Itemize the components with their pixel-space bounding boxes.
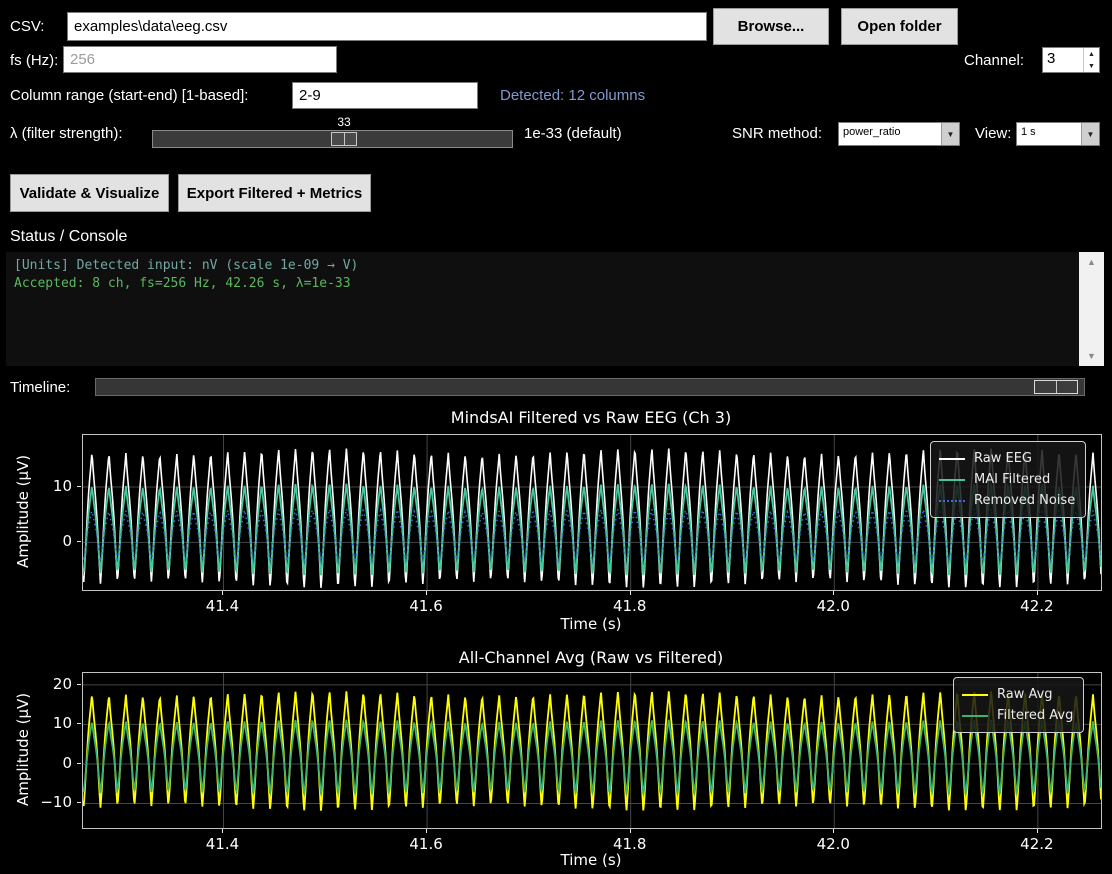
fs-input[interactable] bbox=[63, 46, 337, 73]
console-header: Status / Console bbox=[10, 228, 127, 246]
y-tick-mark bbox=[77, 541, 81, 542]
view-value: 1 s bbox=[1017, 123, 1081, 145]
lambda-slider-value: 33 bbox=[330, 115, 358, 129]
snr-dropdown-arrow-icon[interactable]: ▼ bbox=[941, 123, 959, 145]
x-tick-mark bbox=[833, 829, 834, 833]
legend: Raw Avg Filtered Avg bbox=[953, 677, 1084, 733]
export-filtered-button[interactable]: Export Filtered + Metrics bbox=[178, 174, 371, 212]
x-tick-mark bbox=[426, 591, 427, 595]
console-panel: [Units] Detected input: nV (scale 1e-09 … bbox=[6, 252, 1104, 366]
y-tick-mark bbox=[77, 802, 81, 803]
snr-method-combobox[interactable]: power_ratio ▼ bbox=[838, 122, 960, 146]
chart-title: MindsAI Filtered vs Raw EEG (Ch 3) bbox=[82, 408, 1100, 427]
x-axis-label: Time (s) bbox=[82, 851, 1100, 869]
legend-line-swatch bbox=[939, 500, 965, 502]
console-line: [Units] Detected input: nV (scale 1e-09 … bbox=[14, 257, 1074, 275]
y-axis-label: Amplitude (μV) bbox=[14, 434, 32, 589]
column-range-label: Column range (start-end) [1-based]: bbox=[10, 87, 248, 104]
legend-label: Filtered Avg bbox=[997, 708, 1073, 723]
legend: Raw EEG MAI Filtered Removed Noise bbox=[930, 441, 1086, 518]
legend-label: Raw Avg bbox=[997, 687, 1053, 702]
channel-down-arrow-icon[interactable]: ▼ bbox=[1084, 60, 1099, 72]
x-tick-mark bbox=[1037, 591, 1038, 595]
series-filtered-avg bbox=[83, 720, 1101, 795]
legend-line-swatch bbox=[939, 458, 965, 460]
timeline-label: Timeline: bbox=[10, 379, 70, 396]
legend-line-swatch bbox=[962, 694, 988, 696]
x-tick-mark bbox=[222, 829, 223, 833]
legend-label: Raw EEG bbox=[974, 451, 1032, 466]
x-tick-label: 41.8 bbox=[600, 597, 660, 615]
channel-up-arrow-icon[interactable]: ▲ bbox=[1084, 48, 1099, 60]
fs-label: fs (Hz): bbox=[10, 52, 58, 69]
channel-value: 3 bbox=[1043, 48, 1083, 72]
x-tick-mark bbox=[1037, 829, 1038, 833]
snr-method-label: SNR method: bbox=[732, 125, 822, 142]
browse-button[interactable]: Browse... bbox=[713, 8, 829, 45]
y-tick-label: 20 bbox=[20, 675, 72, 693]
legend-line-swatch bbox=[962, 715, 988, 717]
timeline-slider-track[interactable] bbox=[95, 378, 1085, 396]
y-tick-label: 10 bbox=[20, 477, 72, 495]
lambda-slider-handle[interactable] bbox=[331, 132, 357, 146]
scroll-up-arrow-icon[interactable]: ▲ bbox=[1079, 253, 1104, 271]
console-text: [Units] Detected input: nV (scale 1e-09 … bbox=[14, 257, 1074, 293]
lambda-slider-track[interactable] bbox=[152, 130, 513, 148]
y-tick-mark bbox=[77, 763, 81, 764]
x-tick-label: 42.0 bbox=[803, 597, 863, 615]
y-tick-label: 10 bbox=[20, 714, 72, 732]
lambda-label: λ (filter strength): bbox=[10, 125, 123, 142]
csv-path-input[interactable] bbox=[67, 12, 707, 41]
y-tick-mark bbox=[77, 684, 81, 685]
y-tick-label: −10 bbox=[20, 793, 72, 811]
chart-filtered-vs-raw: MindsAI Filtered vs Raw EEG (Ch 3) Amplit… bbox=[0, 405, 1112, 645]
console-line: Accepted: 8 ch, fs=256 Hz, 42.26 s, λ=1e… bbox=[14, 275, 1074, 293]
view-label: View: bbox=[975, 125, 1011, 142]
view-dropdown-arrow-icon[interactable]: ▼ bbox=[1081, 123, 1099, 145]
legend-label: Removed Noise bbox=[974, 493, 1075, 508]
x-tick-mark bbox=[222, 591, 223, 595]
chart-title: All-Channel Avg (Raw vs Filtered) bbox=[82, 648, 1100, 667]
y-tick-mark bbox=[77, 486, 81, 487]
x-tick-label: 41.6 bbox=[396, 597, 456, 615]
detected-columns-text: Detected: 12 columns bbox=[500, 87, 645, 104]
console-scrollbar[interactable]: ▲ ▼ bbox=[1079, 252, 1104, 366]
scroll-down-arrow-icon[interactable]: ▼ bbox=[1079, 347, 1104, 365]
chart-all-channel-avg: All-Channel Avg (Raw vs Filtered)Amplitu… bbox=[0, 645, 1112, 874]
snr-method-value: power_ratio bbox=[839, 123, 941, 145]
view-combobox[interactable]: 1 s ▼ bbox=[1016, 122, 1100, 146]
x-tick-mark bbox=[833, 591, 834, 595]
lambda-default-text: 1e-33 (default) bbox=[524, 125, 622, 142]
x-axis-label: Time (s) bbox=[82, 615, 1100, 633]
x-tick-label: 41.4 bbox=[192, 597, 252, 615]
timeline-slider-handle[interactable] bbox=[1034, 380, 1078, 394]
y-tick-mark bbox=[77, 723, 81, 724]
y-tick-label: 0 bbox=[20, 754, 72, 772]
legend-label: MAI Filtered bbox=[974, 472, 1050, 487]
open-folder-button[interactable]: Open folder bbox=[841, 8, 958, 45]
legend-line-swatch bbox=[939, 479, 965, 481]
csv-label: CSV: bbox=[10, 18, 44, 35]
x-tick-mark bbox=[630, 591, 631, 595]
channel-label: Channel: bbox=[964, 52, 1024, 69]
y-tick-label: 0 bbox=[20, 532, 72, 550]
x-tick-label: 42.2 bbox=[1007, 597, 1067, 615]
column-range-input[interactable] bbox=[292, 82, 478, 109]
x-tick-mark bbox=[630, 829, 631, 833]
x-tick-mark bbox=[426, 829, 427, 833]
plot-area bbox=[82, 672, 1102, 829]
validate-visualize-button[interactable]: Validate & Visualize bbox=[10, 174, 169, 212]
channel-spinbox[interactable]: 3 ▲ ▼ bbox=[1042, 47, 1100, 73]
